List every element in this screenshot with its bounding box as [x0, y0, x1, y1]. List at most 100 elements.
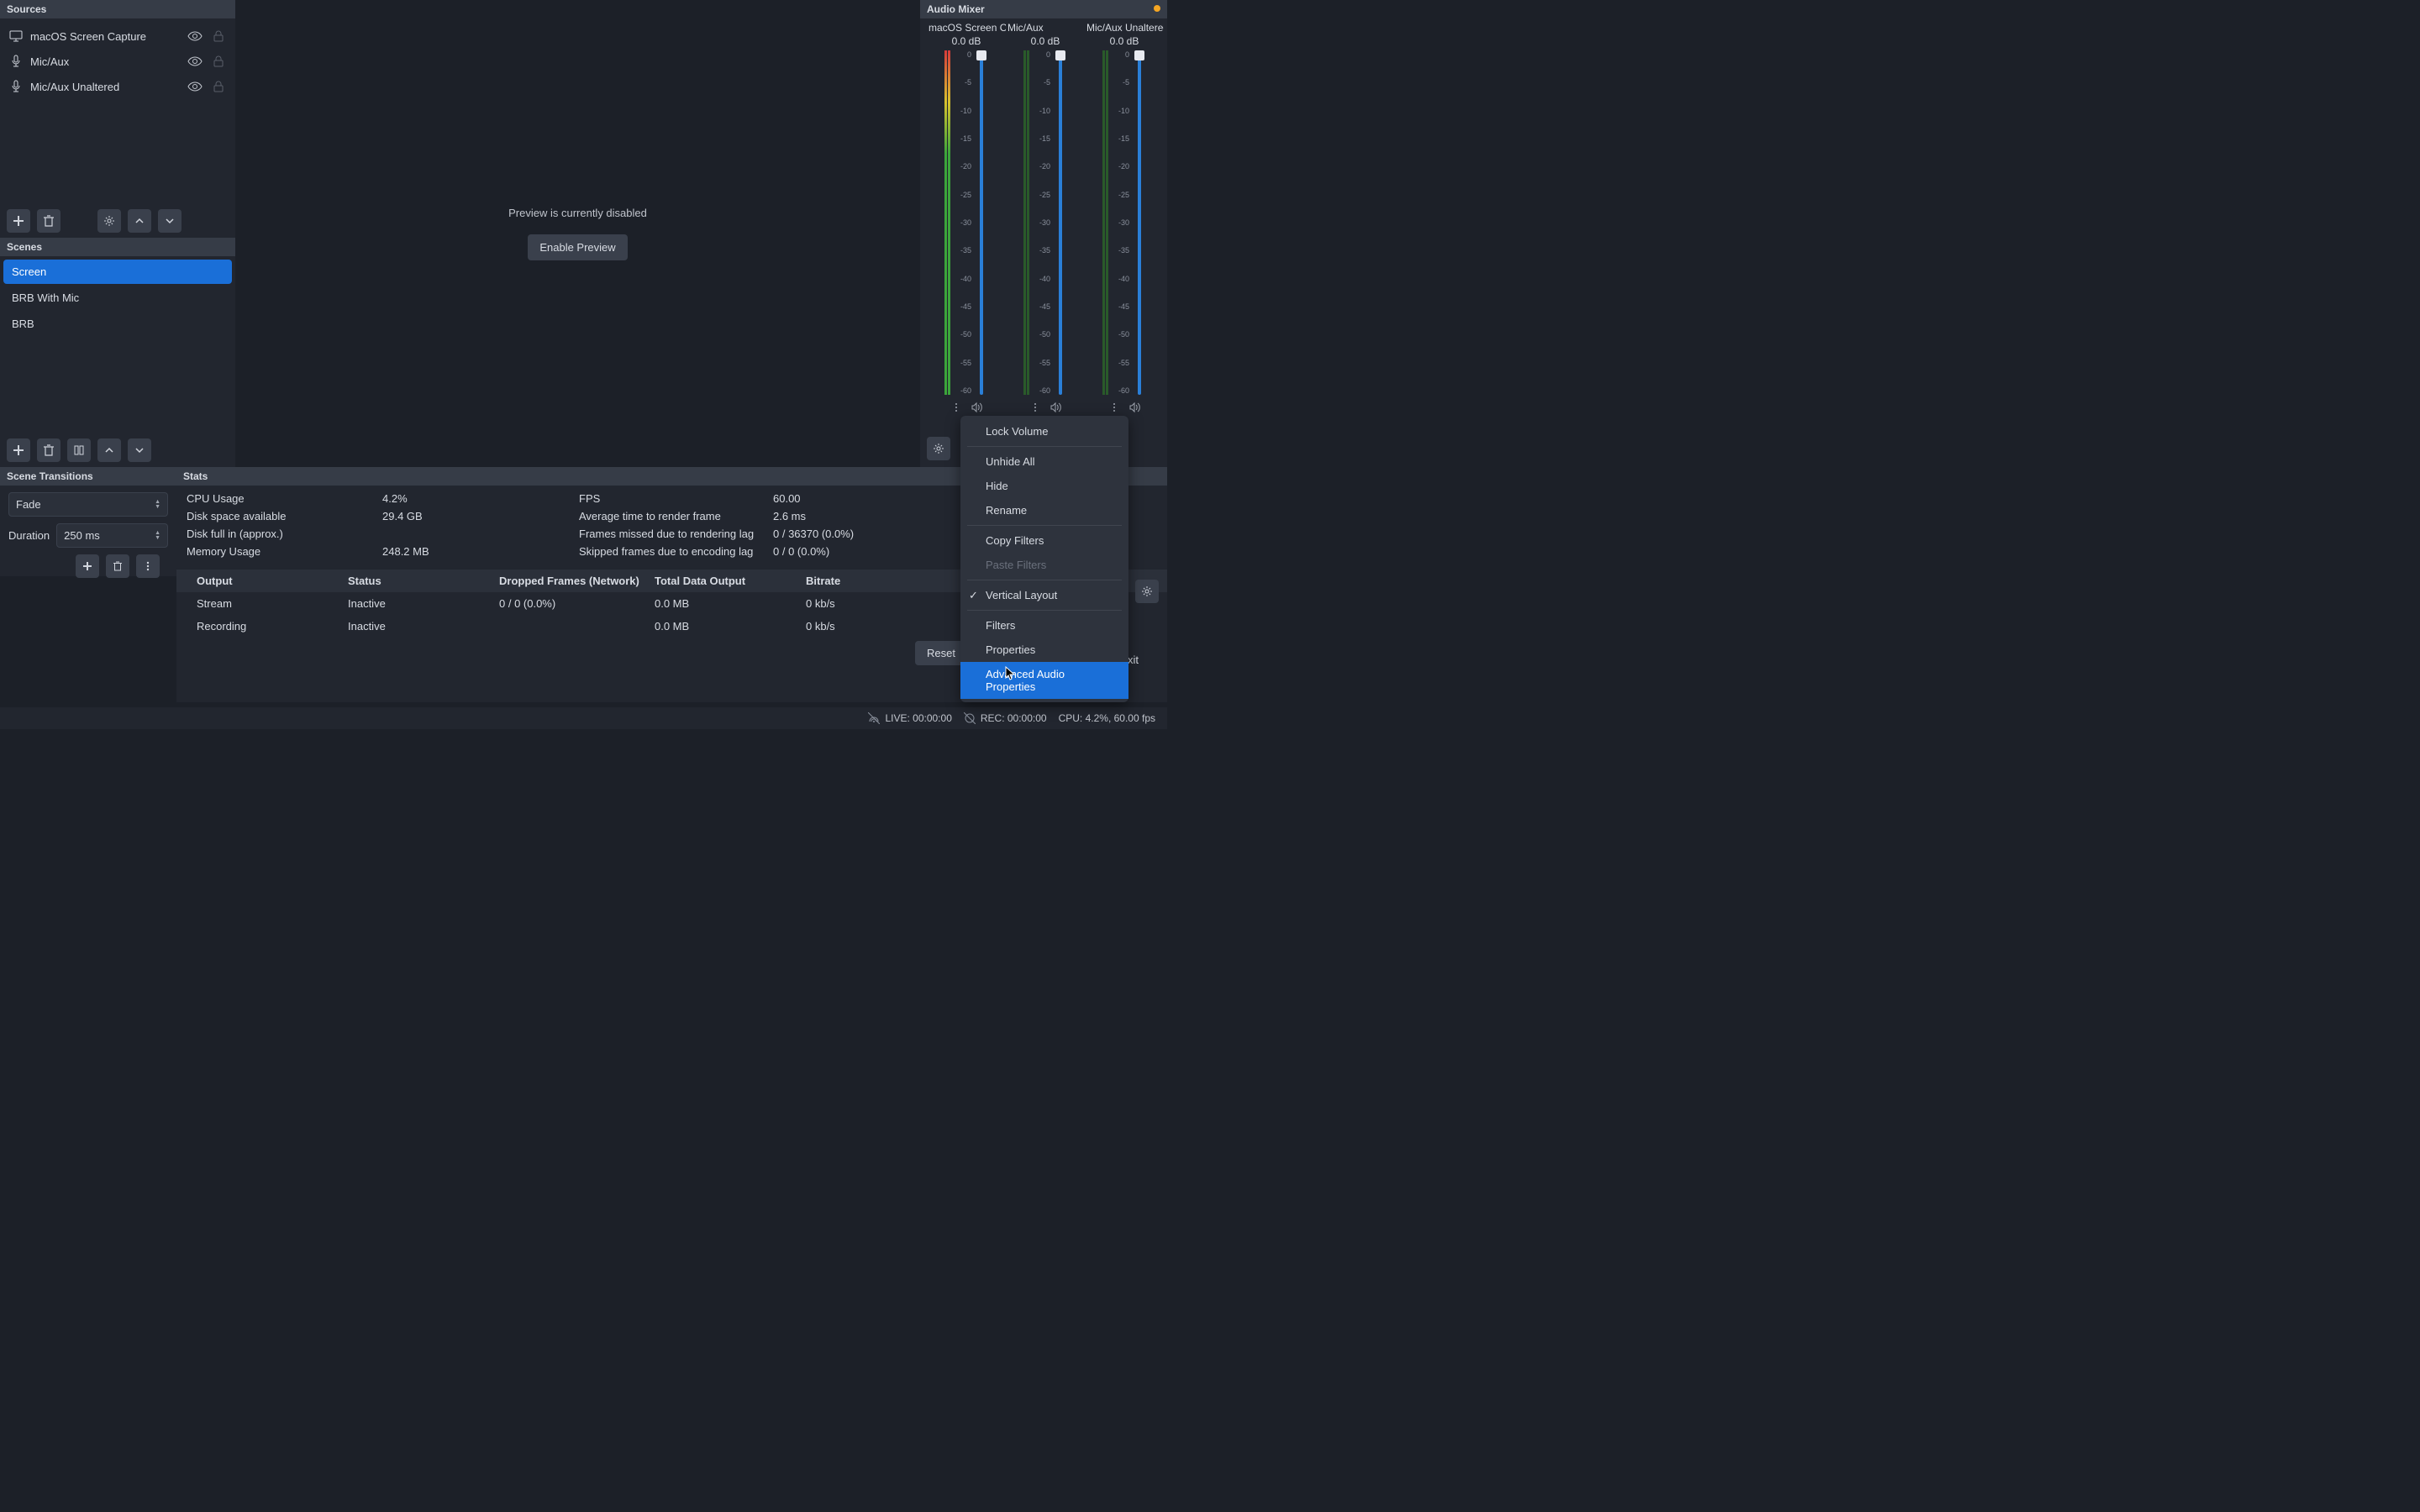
broadcast-icon	[868, 712, 880, 724]
channel-options-icon[interactable]	[1107, 400, 1122, 415]
duration-input[interactable]: 250 ms ▲▼	[56, 523, 168, 548]
add-transition-button[interactable]	[76, 554, 99, 578]
mixer-body: macOS Screen Cap 0.0 dB 0-5-10-15-20-25-…	[920, 18, 1167, 430]
table-header-cell: Status	[348, 575, 499, 587]
audio-meter: 0-5-10-15-20-25-30-35-40-45-50-55-60	[1102, 50, 1131, 395]
source-item[interactable]: macOS Screen Capture	[0, 24, 235, 49]
delete-source-button[interactable]	[37, 209, 60, 233]
channel-name: Mic/Aux	[1006, 22, 1085, 34]
volume-slider[interactable]	[975, 50, 988, 395]
transition-selected: Fade	[16, 498, 41, 511]
audio-mixer-panel: Audio Mixer macOS Screen Cap 0.0 dB 0-5-…	[920, 0, 1167, 467]
visibility-toggle[interactable]	[187, 28, 203, 45]
menu-separator	[967, 610, 1122, 611]
menu-item[interactable]: Rename	[960, 498, 1128, 522]
lock-toggle[interactable]	[210, 28, 227, 45]
table-cell	[499, 620, 655, 633]
channel-db: 0.0 dB	[1110, 35, 1139, 47]
table-cell: 0.0 MB	[655, 620, 806, 633]
stat-label: Disk full in (approx.)	[187, 528, 382, 540]
menu-separator	[967, 446, 1122, 447]
menu-item[interactable]: Unhide All	[960, 449, 1128, 474]
add-source-button[interactable]	[7, 209, 30, 233]
scenes-panel: Scenes ScreenBRB With MicBRB	[0, 238, 235, 467]
status-live: LIVE: 00:00:00	[868, 712, 951, 724]
transition-select[interactable]: Fade ▲▼	[8, 492, 168, 517]
scene-item[interactable]: Screen	[3, 260, 232, 284]
volume-slider[interactable]	[1133, 50, 1146, 395]
audio-channel: Mic/Aux 0.0 dB 0-5-10-15-20-25-30-35-40-…	[1006, 22, 1085, 430]
speaker-icon[interactable]	[1048, 400, 1063, 415]
stat-value	[382, 528, 579, 540]
menu-item[interactable]: Filters	[960, 613, 1128, 638]
menu-item[interactable]: Copy Filters	[960, 528, 1128, 553]
visibility-toggle[interactable]	[187, 53, 203, 70]
audio-mixer-context-menu: Lock Volume Unhide AllHideRename Copy Filt…	[960, 416, 1128, 702]
visibility-toggle[interactable]	[187, 78, 203, 95]
lock-toggle[interactable]	[210, 53, 227, 70]
table-header-cell: Total Data Output	[655, 575, 806, 587]
move-source-up-button[interactable]	[128, 209, 151, 233]
stat-label: CPU Usage	[187, 492, 382, 505]
menu-item[interactable]: ✓Vertical Layout	[960, 583, 1128, 607]
scene-item[interactable]: BRB	[3, 312, 232, 336]
delete-scene-button[interactable]	[37, 438, 60, 462]
speaker-icon[interactable]	[969, 400, 984, 415]
stat-label: Average time to render frame	[579, 510, 773, 522]
scenes-toolbar	[0, 433, 235, 467]
delete-transition-button[interactable]	[106, 554, 129, 578]
stat-value: 60.00	[773, 492, 975, 505]
audio-mixer-settings-button[interactable]	[927, 437, 950, 460]
channel-options-icon[interactable]	[1028, 400, 1043, 415]
table-header-cell: Dropped Frames (Network)	[499, 575, 655, 587]
move-source-down-button[interactable]	[158, 209, 182, 233]
mouse-cursor	[1005, 666, 1017, 681]
stat-value: 4.2%	[382, 492, 579, 505]
table-cell: Stream	[197, 597, 348, 610]
controls-settings-button[interactable]	[1135, 580, 1159, 603]
menu-item: Paste Filters	[960, 553, 1128, 577]
menu-item[interactable]: Properties	[960, 638, 1128, 662]
reset-button[interactable]: Reset	[915, 641, 967, 665]
stat-label: Frames missed due to rendering lag	[579, 528, 773, 540]
duration-value: 250 ms	[64, 529, 100, 542]
mic-icon	[8, 54, 24, 69]
stat-value: 248.2 MB	[382, 545, 579, 558]
sources-toolbar	[0, 204, 235, 238]
source-label: macOS Screen Capture	[30, 30, 180, 43]
menu-item[interactable]: Advanced Audio Properties	[960, 662, 1128, 699]
audio-mixer-title: Audio Mixer	[920, 0, 1167, 18]
window-modified-dot	[1154, 5, 1160, 12]
scene-item[interactable]: BRB With Mic	[3, 286, 232, 310]
audio-channel: macOS Screen Cap 0.0 dB 0-5-10-15-20-25-…	[927, 22, 1006, 430]
channel-options-icon[interactable]	[949, 400, 964, 415]
source-item[interactable]: Mic/Aux	[0, 49, 235, 74]
menu-item[interactable]: Hide	[960, 474, 1128, 498]
table-cell: 0 kb/s	[806, 597, 907, 610]
transition-options-button[interactable]	[136, 554, 160, 578]
menu-item[interactable]: Lock Volume	[960, 419, 1128, 444]
status-bar: LIVE: 00:00:00 REC: 00:00:00 CPU: 4.2%, …	[0, 707, 1167, 729]
volume-slider[interactable]	[1054, 50, 1067, 395]
stat-value: 2.6 ms	[773, 510, 975, 522]
speaker-icon[interactable]	[1127, 400, 1142, 415]
right-side-buttons	[1130, 470, 1164, 603]
cpu-text: CPU: 4.2%, 60.00 fps	[1059, 712, 1155, 724]
source-settings-button[interactable]	[97, 209, 121, 233]
lock-toggle[interactable]	[210, 78, 227, 95]
scene-filters-button[interactable]	[67, 438, 91, 462]
monitor-icon	[8, 29, 24, 44]
meter-ticks: 0-5-10-15-20-25-30-35-40-45-50-55-60	[1039, 50, 1050, 395]
move-scene-down-button[interactable]	[128, 438, 151, 462]
record-icon	[964, 712, 976, 724]
duration-label: Duration	[8, 529, 50, 542]
toolbar-spacer	[67, 209, 91, 233]
source-item[interactable]: Mic/Aux Unaltered	[0, 74, 235, 99]
meter-ticks: 0-5-10-15-20-25-30-35-40-45-50-55-60	[1118, 50, 1129, 395]
add-scene-button[interactable]	[7, 438, 30, 462]
audio-channel: Mic/Aux Unaltered 0.0 dB 0-5-10-15-20-25…	[1085, 22, 1164, 430]
status-cpu: CPU: 4.2%, 60.00 fps	[1059, 712, 1155, 724]
table-cell: Recording	[197, 620, 348, 633]
enable-preview-button[interactable]: Enable Preview	[528, 234, 627, 260]
move-scene-up-button[interactable]	[97, 438, 121, 462]
